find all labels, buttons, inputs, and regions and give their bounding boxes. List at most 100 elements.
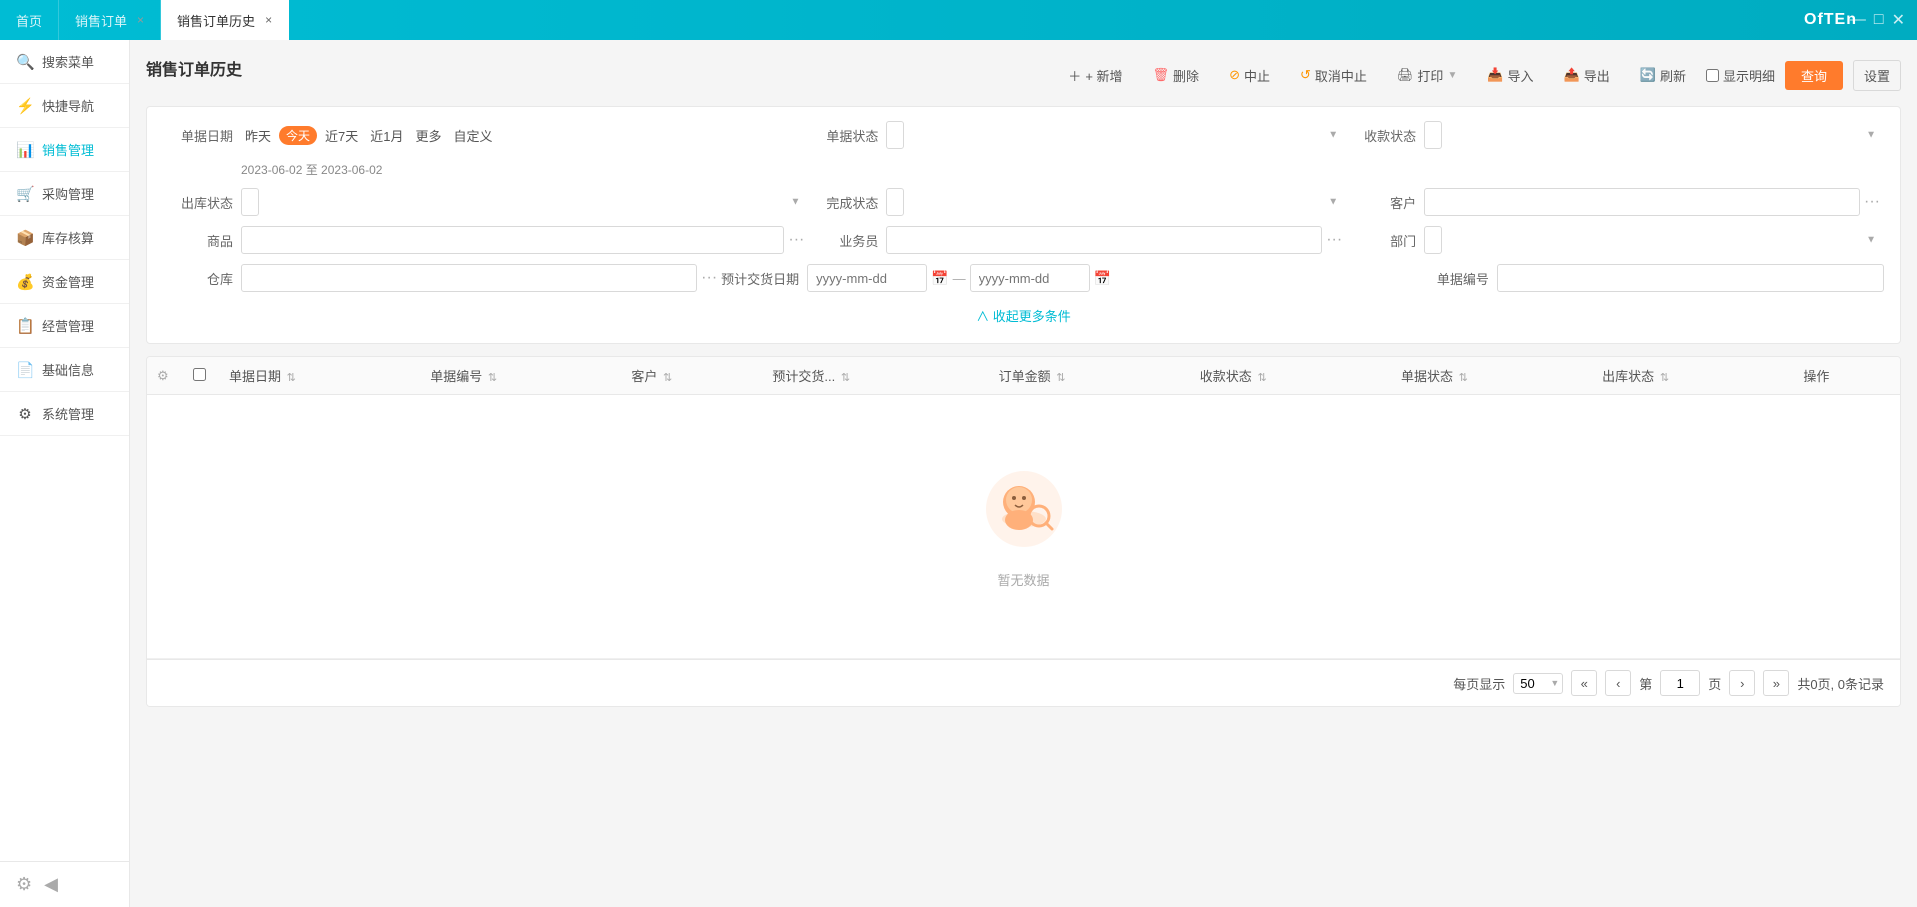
table-col-outbound-status[interactable]: 出库状态 ⇅ — [1592, 357, 1793, 395]
table-settings-icon[interactable]: ⚙ — [157, 368, 169, 383]
pagination-bar: 每页显示 50 100 200 « ‹ 第 页 › » 共0页, 0条记录 — [147, 659, 1900, 706]
current-page-input[interactable] — [1660, 670, 1700, 696]
sidebar-item-basic-info[interactable]: 📄 基础信息 — [0, 348, 129, 392]
table-header: ⚙ 单据日期 ⇅ 单据编号 ⇅ — [147, 357, 1900, 395]
maximize-icon[interactable]: □ — [1874, 11, 1884, 29]
warehouse-more-icon[interactable]: ··· — [697, 269, 721, 287]
expected-delivery-end[interactable] — [970, 264, 1090, 292]
sort-expected-delivery-icon: ⇅ — [841, 372, 850, 384]
completion-status-label: 完成状态 — [808, 193, 878, 212]
delete-button[interactable]: 🗑 删除 — [1143, 61, 1210, 90]
sidebar-item-sales-mgmt[interactable]: 📊 销售管理 — [0, 128, 129, 172]
page-label-after: 页 — [1708, 674, 1721, 693]
doc-number-input[interactable] — [1497, 264, 1884, 292]
table-col-payment-status[interactable]: 收款状态 ⇅ — [1190, 357, 1391, 395]
filter-expected-delivery: 预计交货日期 📅 — 📅 — [721, 264, 1419, 292]
close-icon[interactable]: ✕ — [1892, 10, 1905, 30]
tab-home[interactable]: 首页 — [0, 0, 59, 40]
yesterday-btn[interactable]: 昨天 — [241, 125, 275, 146]
filter-doc-status: 单据状态 — [808, 121, 1346, 149]
per-page-label: 每页显示 — [1453, 674, 1505, 693]
date-filter-group: 昨天 今天 近7天 近1月 更多 自定义 — [241, 125, 808, 146]
table-col-customer[interactable]: 客户 ⇅ — [621, 357, 762, 395]
stop-button[interactable]: ⊘ 中止 — [1219, 61, 1280, 90]
sidebar-item-operations-label: 经营管理 — [42, 316, 94, 335]
cancel-stop-button[interactable]: ↺ 取消中止 — [1290, 61, 1377, 90]
sort-outbound-status-icon: ⇅ — [1660, 372, 1669, 384]
select-all-checkbox[interactable] — [193, 368, 206, 381]
tab-sales-order-label: 销售订单 — [75, 11, 127, 30]
custom-btn[interactable]: 自定义 — [450, 125, 497, 146]
tab-sales-order-close[interactable]: × — [137, 13, 144, 27]
calendar-start-icon[interactable]: 📅 — [931, 270, 948, 287]
quick-nav-icon: ⚡ — [16, 97, 34, 115]
table-col-doc-number[interactable]: 单据编号 ⇅ — [420, 357, 621, 395]
date-range-text: 2023-06-02 至 2023-06-02 — [241, 161, 382, 178]
sales-mgmt-icon: 📊 — [16, 141, 34, 159]
stop-icon: ⊘ — [1229, 67, 1240, 83]
settings-button[interactable]: 设置 — [1853, 60, 1901, 91]
customer-input[interactable] — [1424, 188, 1860, 216]
department-select[interactable] — [1424, 226, 1442, 254]
next-page-btn[interactable]: › — [1729, 670, 1755, 696]
sidebar-item-inventory-calc[interactable]: 📦 库存核算 — [0, 216, 129, 260]
col-doc-status-label: 单据状态 — [1401, 369, 1453, 384]
tab-sales-order-history-close[interactable]: × — [265, 13, 272, 27]
tab-sales-order[interactable]: 销售订单 × — [59, 0, 161, 40]
sidebar-item-capital-mgmt[interactable]: 💰 资金管理 — [0, 260, 129, 304]
salesperson-more-icon[interactable]: ··· — [1322, 231, 1346, 249]
more-btn[interactable]: 更多 — [412, 125, 446, 146]
calendar-end-icon[interactable]: 📅 — [1094, 270, 1111, 287]
sidebar-item-quick-nav[interactable]: ⚡ 快捷导航 — [0, 84, 129, 128]
filter-row-1: 单据日期 昨天 今天 近7天 近1月 更多 自定义 单据状态 — [163, 121, 1884, 149]
import-button[interactable]: 📥 导入 — [1477, 61, 1543, 90]
product-more-icon[interactable]: ··· — [784, 231, 808, 249]
filter-department: 部门 — [1346, 226, 1884, 254]
sidebar-settings-icon[interactable]: ⚙ — [16, 874, 32, 895]
today-badge[interactable]: 今天 — [279, 126, 317, 145]
tab-sales-order-history[interactable]: 销售订单历史 × — [161, 0, 289, 40]
export-button[interactable]: 📤 导出 — [1554, 61, 1620, 90]
sidebar-item-system-mgmt[interactable]: ⚙ 系统管理 — [0, 392, 129, 436]
warehouse-input[interactable] — [241, 264, 697, 292]
last-page-btn[interactable]: » — [1763, 670, 1789, 696]
last-month-btn[interactable]: 近1月 — [366, 125, 407, 146]
sidebar-collapse-icon[interactable]: ◀ — [44, 874, 58, 895]
data-table: ⚙ 单据日期 ⇅ 单据编号 ⇅ — [147, 357, 1900, 659]
sidebar-item-purchase-mgmt[interactable]: 🛒 采购管理 — [0, 172, 129, 216]
sidebar-item-search-menu[interactable]: 🔍 搜索菜单 — [0, 40, 129, 84]
refresh-button[interactable]: 🔄 刷新 — [1630, 61, 1696, 90]
new-button[interactable]: ＋ + 新增 — [1058, 61, 1132, 90]
expected-delivery-start[interactable] — [807, 264, 927, 292]
query-button[interactable]: 查询 — [1785, 61, 1843, 90]
completion-status-select[interactable] — [886, 188, 904, 216]
display-detail-toggle[interactable]: 显示明细 — [1706, 66, 1775, 85]
often-logo: OfTEn — [1804, 11, 1857, 29]
sidebar-item-capital-label: 资金管理 — [42, 272, 94, 291]
doc-status-select[interactable] — [886, 121, 904, 149]
prev-page-btn[interactable]: ‹ — [1605, 670, 1631, 696]
payment-status-select[interactable] — [1424, 121, 1442, 149]
collapse-bar[interactable]: ∧ 收起更多条件 — [163, 302, 1884, 329]
salesperson-input[interactable] — [886, 226, 1322, 254]
page-size-select[interactable]: 50 100 200 — [1513, 673, 1563, 694]
sort-doc-date-icon: ⇅ — [287, 372, 296, 384]
table-col-doc-date[interactable]: 单据日期 ⇅ — [219, 357, 420, 395]
table-col-expected-delivery[interactable]: 预计交货... ⇅ — [762, 357, 988, 395]
tab-sales-order-history-label: 销售订单历史 — [177, 11, 255, 30]
sidebar-item-operations-mgmt[interactable]: 📋 经营管理 — [0, 304, 129, 348]
outbound-status-select[interactable] — [241, 188, 259, 216]
inventory-calc-icon: 📦 — [16, 229, 34, 247]
col-operations-label: 操作 — [1803, 369, 1829, 384]
table-col-doc-status[interactable]: 单据状态 ⇅ — [1391, 357, 1592, 395]
table-col-order-amount[interactable]: 订单金额 ⇅ — [989, 357, 1190, 395]
expected-delivery-date-range: 📅 — 📅 — [807, 264, 1419, 292]
product-input[interactable] — [241, 226, 784, 254]
print-button[interactable]: 🖨 打印 ▼ — [1387, 61, 1467, 90]
display-detail-checkbox[interactable] — [1706, 69, 1719, 82]
page-size-wrap: 50 100 200 — [1513, 673, 1563, 694]
doc-status-label: 单据状态 — [808, 126, 878, 145]
first-page-btn[interactable]: « — [1571, 670, 1597, 696]
last7-btn[interactable]: 近7天 — [321, 125, 362, 146]
customer-more-icon[interactable]: ··· — [1860, 193, 1884, 211]
